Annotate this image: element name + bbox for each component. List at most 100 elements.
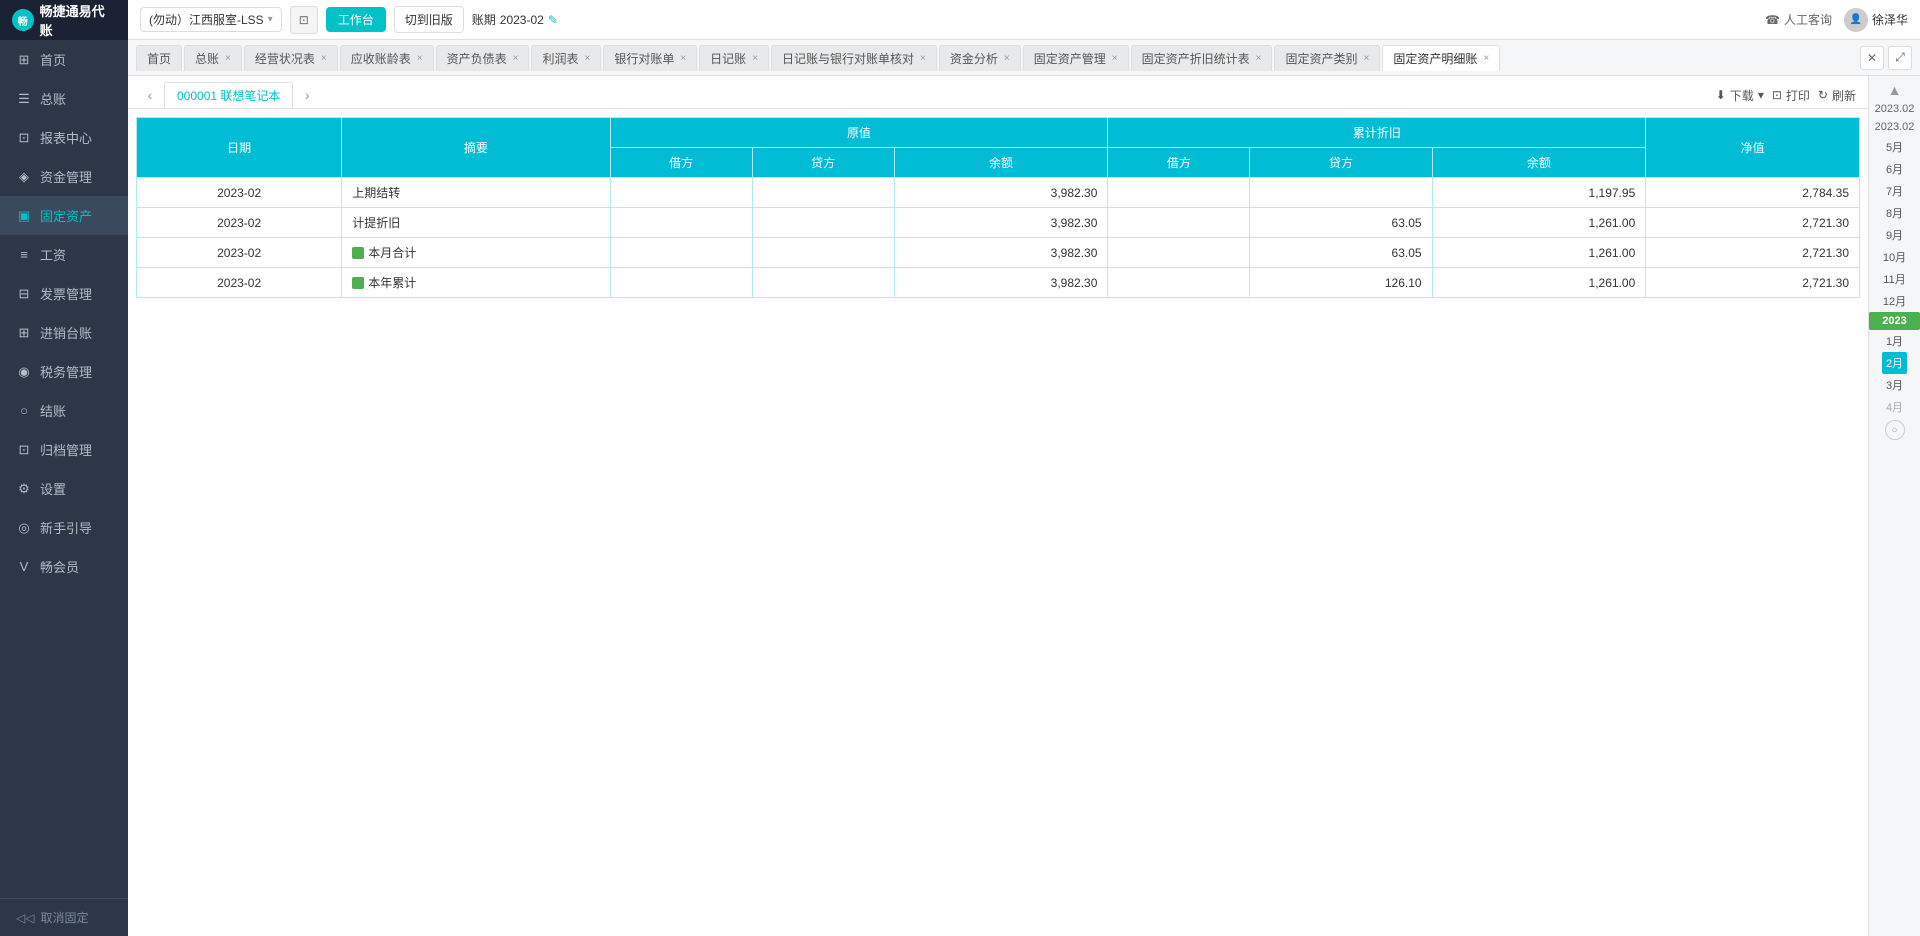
- sidebar-item-settings[interactable]: ⚙设置: [0, 469, 128, 508]
- sidebar-item-payroll[interactable]: ≡工资: [0, 235, 128, 274]
- tab-fixed-asset-mgmt[interactable]: 固定资产管理×: [1023, 45, 1129, 71]
- sidebar-item-fixed-assets[interactable]: ▣固定资产: [0, 196, 128, 235]
- avatar: 👤: [1844, 8, 1868, 32]
- service-btn[interactable]: ☎ 人工客询: [1765, 11, 1832, 28]
- sidebar-item-report-center[interactable]: ⊡报表中心: [0, 118, 128, 157]
- cell-date: 2023-02: [137, 208, 342, 238]
- sidebar-label-sales-ledger: 进销台账: [40, 323, 92, 342]
- right-panel-month[interactable]: 10月: [1879, 246, 1910, 268]
- tabbar: 首页总账×经营状况表×应收账龄表×资产负债表×利润表×银行对账单×日记账×日记账…: [128, 40, 1920, 76]
- tab-receivables[interactable]: 应收账龄表 ×: [340, 45, 434, 71]
- tab-bank-statement[interactable]: 银行对账单×: [603, 45, 697, 71]
- tab-close-fixed-asset-depr[interactable]: ×: [1256, 53, 1262, 64]
- refresh-btn[interactable]: ↻ 刷新: [1818, 87, 1856, 104]
- sidebar-item-sales-ledger[interactable]: ⊞进销台账: [0, 313, 128, 352]
- tab-profit[interactable]: 利润表×: [531, 45, 601, 71]
- tab-close-receivables[interactable]: ×: [417, 53, 423, 64]
- tab-label-home: 首页: [147, 50, 171, 67]
- sub-tab-next-btn[interactable]: ›: [297, 85, 317, 105]
- sidebar-item-general-ledger[interactable]: ☰总账: [0, 79, 128, 118]
- col-header-orig: 原值: [610, 118, 1108, 148]
- tab-close-fixed-asset-mgmt[interactable]: ×: [1112, 53, 1118, 64]
- download-btn[interactable]: ⬇ 下载 ▾: [1716, 87, 1764, 104]
- sidebar-label-report-center: 报表中心: [40, 128, 92, 147]
- right-panel-scroll-indicator[interactable]: ○: [1885, 420, 1905, 440]
- sidebar-label-new-guide: 新手引导: [40, 518, 92, 537]
- right-panel-month[interactable]: 8月: [1879, 202, 1910, 224]
- cell-net-value: 2,784.35: [1646, 178, 1860, 208]
- sidebar-item-tax-mgmt[interactable]: ◉税务管理: [0, 352, 128, 391]
- sidebar-label-payroll: 工资: [40, 245, 66, 264]
- tab-close-fund-analysis[interactable]: ×: [1004, 53, 1010, 64]
- cell-accum-debit: [1108, 238, 1250, 268]
- right-panel-month[interactable]: 6月: [1879, 158, 1910, 180]
- tab-close-general-ledger[interactable]: ×: [225, 53, 231, 64]
- user-info[interactable]: 👤 徐泽华: [1844, 8, 1908, 32]
- right-panel-month[interactable]: 11月: [1879, 268, 1910, 290]
- right-panel-month[interactable]: 12月: [1879, 290, 1910, 312]
- col-header-net: 净值: [1646, 118, 1860, 178]
- tab-fixed-asset-type[interactable]: 固定资产类别×: [1274, 45, 1380, 71]
- sidebar-item-home[interactable]: ⊞首页: [0, 40, 128, 79]
- sidebar-item-new-guide[interactable]: ◎新手引导: [0, 508, 128, 547]
- period-edit-icon[interactable]: ✎: [548, 13, 558, 27]
- right-panel-month[interactable]: 7月: [1879, 180, 1910, 202]
- sidebar-icon-settings: ⚙: [16, 481, 32, 497]
- tab-fund-analysis[interactable]: 资金分析 ×: [939, 45, 1021, 71]
- close-all-tabs-btn[interactable]: ✕: [1860, 46, 1884, 70]
- tab-assets-liabilities[interactable]: 资产负债表×: [436, 45, 530, 71]
- copy-button[interactable]: ⊡: [290, 6, 318, 34]
- tab-fixed-asset-depr[interactable]: 固定资产折旧统计表×: [1131, 45, 1273, 71]
- tab-label-fund-analysis: 资金分析: [950, 50, 998, 67]
- workbench-button[interactable]: 工作台: [326, 7, 386, 32]
- sidebar-item-vip[interactable]: V畅会员: [0, 547, 128, 586]
- tab-close-operations[interactable]: ×: [321, 53, 327, 64]
- sidebar-label-general-ledger: 总账: [40, 89, 66, 108]
- right-panel-month-2023[interactable]: 4月: [1882, 396, 1907, 418]
- tab-close-bank-reconciliation[interactable]: ×: [920, 53, 926, 64]
- sidebar-item-settlement[interactable]: ○结账: [0, 391, 128, 430]
- tab-general-ledger[interactable]: 总账×: [184, 45, 242, 71]
- table-row: 2023-02 上期结转 3,982.30 1,197.95 2,784.35: [137, 178, 1860, 208]
- maximize-btn[interactable]: ⤢: [1888, 46, 1912, 70]
- tab-close-journal[interactable]: ×: [752, 53, 758, 64]
- sub-tab-prev-btn[interactable]: ‹: [140, 85, 160, 105]
- right-panel-year-2023-2[interactable]: 2023.02: [1869, 118, 1920, 136]
- right-panel-month-2023[interactable]: 1月: [1882, 330, 1907, 352]
- tab-label-bank-reconciliation: 日记账与银行对账单核对: [782, 50, 914, 67]
- sidebar-item-fund-mgmt[interactable]: ◈资金管理: [0, 157, 128, 196]
- switch-old-button[interactable]: 切到旧版: [394, 6, 464, 33]
- sidebar-item-invoice-mgmt[interactable]: ⊟发票管理: [0, 274, 128, 313]
- tab-close-fixed-asset-detail[interactable]: ×: [1483, 53, 1489, 64]
- cell-orig-balance: 3,982.30: [894, 208, 1108, 238]
- sidebar-icon-tax-mgmt: ◉: [16, 364, 32, 380]
- right-panel-month[interactable]: 5月: [1879, 136, 1910, 158]
- sidebar-icon-settlement: ○: [16, 403, 32, 418]
- cell-accum-credit: 63.05: [1250, 238, 1432, 268]
- tab-close-assets-liabilities[interactable]: ×: [513, 53, 519, 64]
- tab-home[interactable]: 首页: [136, 45, 182, 71]
- print-btn[interactable]: ⊡ 打印: [1772, 87, 1810, 104]
- tab-close-fixed-asset-type[interactable]: ×: [1363, 53, 1369, 64]
- tab-label-receivables: 应收账龄表: [351, 50, 411, 67]
- right-panel-month-2023[interactable]: 2月: [1882, 352, 1907, 374]
- tab-bank-reconciliation[interactable]: 日记账与银行对账单核对 ×: [771, 45, 937, 71]
- tab-close-profit[interactable]: ×: [584, 53, 590, 64]
- right-panel-year-2023-top[interactable]: 2023.02: [1869, 100, 1920, 118]
- cell-orig-balance: 3,982.30: [894, 268, 1108, 298]
- tab-journal[interactable]: 日记账×: [699, 45, 769, 71]
- sidebar-pin-btn[interactable]: ◁◁ 取消固定: [0, 898, 128, 936]
- sub-tab-item-asset[interactable]: 000001 联想笔记本: [164, 82, 293, 108]
- sidebar-label-fixed-assets: 固定资产: [40, 206, 92, 225]
- right-panel-year-badge[interactable]: 2023: [1869, 312, 1920, 330]
- right-panel-month[interactable]: 9月: [1879, 224, 1910, 246]
- tab-fixed-asset-detail[interactable]: 固定资产明细账×: [1382, 45, 1500, 71]
- company-selector[interactable]: (勿动）江西服室-LSS ▾: [140, 7, 282, 32]
- tab-operations[interactable]: 经营状况表×: [244, 45, 338, 71]
- right-panel-up-btn[interactable]: ▲: [1879, 80, 1911, 100]
- right-panel-month-2023[interactable]: 3月: [1882, 374, 1907, 396]
- sidebar-icon-invoice-mgmt: ⊟: [16, 286, 32, 302]
- sidebar-item-archive-mgmt[interactable]: ⊡归档管理: [0, 430, 128, 469]
- tab-close-bank-statement[interactable]: ×: [680, 53, 686, 64]
- download-chevron-icon: ▾: [1758, 88, 1764, 102]
